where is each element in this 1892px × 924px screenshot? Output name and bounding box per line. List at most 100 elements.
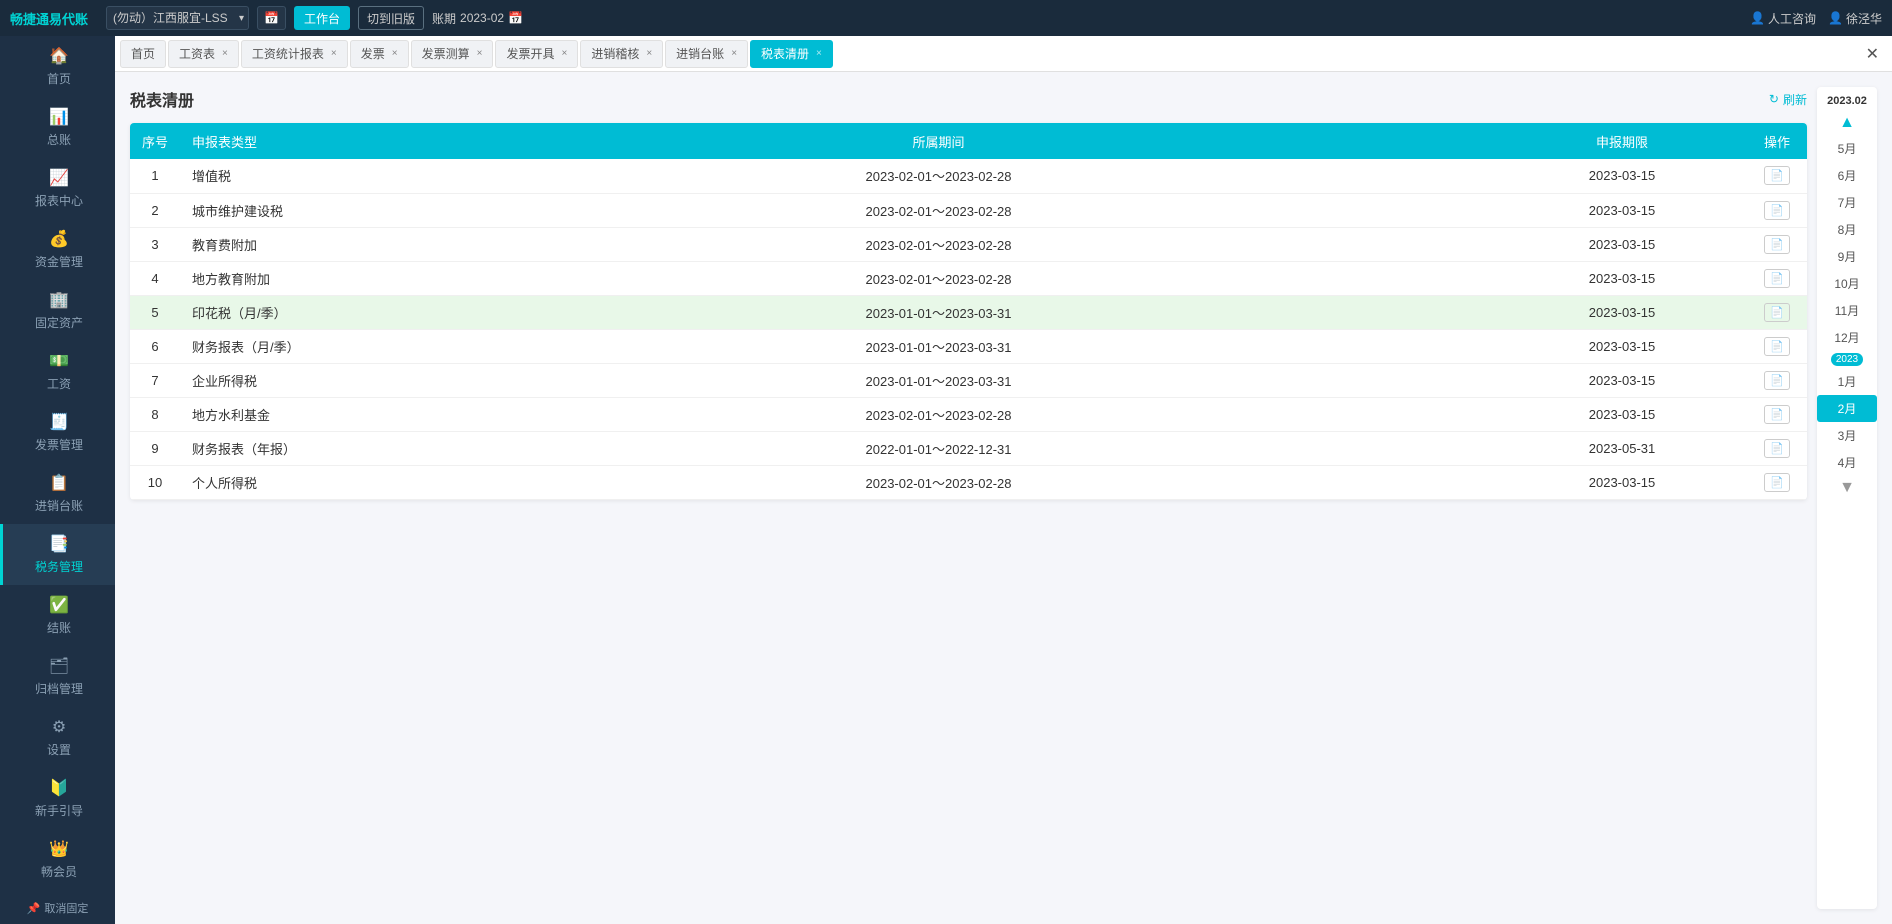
- sidebar-item-tax-mgmt[interactable]: 📑 税务管理: [0, 524, 115, 585]
- month-3-2023[interactable]: 3月: [1817, 422, 1877, 449]
- company-select[interactable]: (勿动）江西服宜-LSS: [106, 6, 249, 30]
- workbench-button[interactable]: 工作台: [294, 6, 350, 30]
- action-button[interactable]: 📄: [1764, 473, 1790, 492]
- sidebar-item-archive-mgmt[interactable]: 🗂 归档管理: [0, 646, 115, 707]
- tab-salary-stats[interactable]: 工资统计报表 ×: [241, 40, 348, 68]
- sidebar-label-fund: 资金管理: [35, 253, 83, 270]
- tab-salary-stats-label: 工资统计报表: [252, 45, 324, 62]
- settlement-icon: ✅: [49, 595, 69, 615]
- action-button[interactable]: 📄: [1764, 201, 1790, 220]
- month-10[interactable]: 10月: [1817, 270, 1877, 297]
- company-wrapper: (勿动）江西服宜-LSS: [106, 6, 249, 30]
- sidebar-label-settlement: 结账: [47, 619, 71, 636]
- sidebar-label-ledger: 总账: [47, 131, 71, 148]
- switch-old-button[interactable]: 切到旧版: [358, 6, 424, 30]
- header-action: 操作: [1747, 123, 1807, 159]
- tab-invoice-issue[interactable]: 发票开具 ×: [495, 40, 578, 68]
- calendar-icon-btn[interactable]: 📅: [257, 6, 286, 30]
- calendar-nav-down[interactable]: ▼: [1836, 476, 1858, 500]
- cell-seq: 6: [130, 329, 180, 363]
- cell-action: 📄: [1747, 431, 1807, 465]
- cell-period: 2023-02-01～2023-02-28: [380, 159, 1497, 193]
- cell-seq: 9: [130, 431, 180, 465]
- report-icon: 📈: [49, 168, 69, 188]
- tab-invoice-close[interactable]: ×: [392, 48, 398, 59]
- month-12[interactable]: 12月: [1817, 324, 1877, 351]
- sidebar-item-fixed-assets[interactable]: 🏢 固定资产: [0, 280, 115, 341]
- action-button[interactable]: 📄: [1764, 303, 1790, 322]
- month-7[interactable]: 7月: [1817, 189, 1877, 216]
- refresh-button[interactable]: ↻ 刷新: [1769, 91, 1807, 108]
- table-row: 9 财务报表（年报） 2022-01-01～2022-12-31 2023-05…: [130, 431, 1807, 465]
- sidebar-item-home[interactable]: 🏠 首页: [0, 36, 115, 97]
- sidebar-item-invoice-mgmt[interactable]: 🧾 发票管理: [0, 402, 115, 463]
- action-button[interactable]: 📄: [1764, 439, 1790, 458]
- user-info[interactable]: 👤 徐泾华: [1828, 10, 1882, 27]
- tab-tax-clear-close[interactable]: ×: [816, 48, 822, 59]
- tab-invoice-calc-close[interactable]: ×: [477, 48, 483, 59]
- support-link[interactable]: 👤 人工咨询: [1750, 10, 1816, 27]
- year-2023-label[interactable]: 2023: [1831, 353, 1863, 366]
- sidebar-item-fund-mgmt[interactable]: 💰 资金管理: [0, 219, 115, 280]
- action-button[interactable]: 📄: [1764, 371, 1790, 390]
- invoice-icon: 🧾: [49, 412, 69, 432]
- sidebar-item-purchase-sales[interactable]: 📋 进销台账: [0, 463, 115, 524]
- month-4-2023[interactable]: 4月: [1817, 449, 1877, 476]
- tab-purchase-ledger[interactable]: 进销台账 ×: [665, 40, 748, 68]
- month-6[interactable]: 6月: [1817, 162, 1877, 189]
- sidebar-item-settlement[interactable]: ✅ 结账: [0, 585, 115, 646]
- calendar-header: 2023.02: [1825, 91, 1869, 111]
- header-period: 所属期间: [380, 123, 1497, 159]
- cell-report-period: 2023-03-15: [1497, 261, 1747, 295]
- sidebar: 🏠 首页 📊 总账 📈 报表中心 💰 资金管理 🏢 固定资产 💵 工资 🧾 发票…: [0, 36, 115, 924]
- cell-report-period: 2023-03-15: [1497, 193, 1747, 227]
- tab-salary-table-label: 工资表: [179, 45, 215, 62]
- sidebar-item-report-center[interactable]: 📈 报表中心: [0, 158, 115, 219]
- header-report-period: 申报期限: [1497, 123, 1747, 159]
- right-calendar-panel: 2023.02 ▲ 5月 6月 7月 8月 9月 10月 11月 12月 202…: [1817, 87, 1877, 909]
- tab-tax-clear[interactable]: 税表清册 ×: [750, 40, 833, 68]
- tab-salary-table-close[interactable]: ×: [222, 48, 228, 59]
- month-11[interactable]: 11月: [1817, 297, 1877, 324]
- cell-report-period: 2023-03-15: [1497, 397, 1747, 431]
- content-area-close[interactable]: ✕: [1858, 44, 1887, 64]
- cell-report-period: 2023-03-15: [1497, 159, 1747, 193]
- calendar-nav-up[interactable]: ▲: [1836, 111, 1858, 135]
- tax-icon: 📑: [49, 534, 69, 554]
- cell-period: 2023-01-01～2023-03-31: [380, 295, 1497, 329]
- sidebar-item-newbie[interactable]: 🔰 新手引导: [0, 768, 115, 829]
- sidebar-item-general-ledger[interactable]: 📊 总账: [0, 97, 115, 158]
- table-row: 10 个人所得税 2023-02-01～2023-02-28 2023-03-1…: [130, 465, 1807, 499]
- action-button[interactable]: 📄: [1764, 235, 1790, 254]
- month-1-2023[interactable]: 1月: [1817, 368, 1877, 395]
- action-button[interactable]: 📄: [1764, 337, 1790, 356]
- tab-purchase-audit[interactable]: 进销稽核 ×: [580, 40, 663, 68]
- table-row: 5 印花税（月/季） 2023-01-01～2023-03-31 2023-03…: [130, 295, 1807, 329]
- month-8[interactable]: 8月: [1817, 216, 1877, 243]
- action-button[interactable]: 📄: [1764, 405, 1790, 424]
- month-9[interactable]: 9月: [1817, 243, 1877, 270]
- month-2-2023[interactable]: 2月: [1817, 395, 1877, 422]
- archive-icon: 🗂: [49, 656, 69, 676]
- tab-invoice-calc[interactable]: 发票测算 ×: [411, 40, 494, 68]
- tab-purchase-ledger-close[interactable]: ×: [731, 48, 737, 59]
- cell-report-period: 2023-03-15: [1497, 295, 1747, 329]
- tab-purchase-audit-close[interactable]: ×: [646, 48, 652, 59]
- action-button[interactable]: 📄: [1764, 269, 1790, 288]
- pin-toggle[interactable]: 📌 取消固定: [0, 892, 115, 924]
- cell-type: 教育费附加: [180, 227, 380, 261]
- tab-invoice-label: 发票: [361, 45, 385, 62]
- cell-report-period: 2023-05-31: [1497, 431, 1747, 465]
- sidebar-item-salary[interactable]: 💵 工资: [0, 341, 115, 402]
- sidebar-label-assets: 固定资产: [35, 314, 83, 331]
- sidebar-item-vip[interactable]: 👑 畅会员: [0, 829, 115, 890]
- month-5[interactable]: 5月: [1817, 135, 1877, 162]
- tab-invoice[interactable]: 发票 ×: [350, 40, 409, 68]
- action-button[interactable]: 📄: [1764, 166, 1790, 185]
- refresh-icon: ↻: [1769, 92, 1779, 106]
- tab-salary-stats-close[interactable]: ×: [331, 48, 337, 59]
- tab-salary-table[interactable]: 工资表 ×: [168, 40, 239, 68]
- tab-invoice-issue-close[interactable]: ×: [561, 48, 567, 59]
- sidebar-item-settings[interactable]: ⚙ 设置: [0, 707, 115, 768]
- tab-home[interactable]: 首页: [120, 40, 166, 68]
